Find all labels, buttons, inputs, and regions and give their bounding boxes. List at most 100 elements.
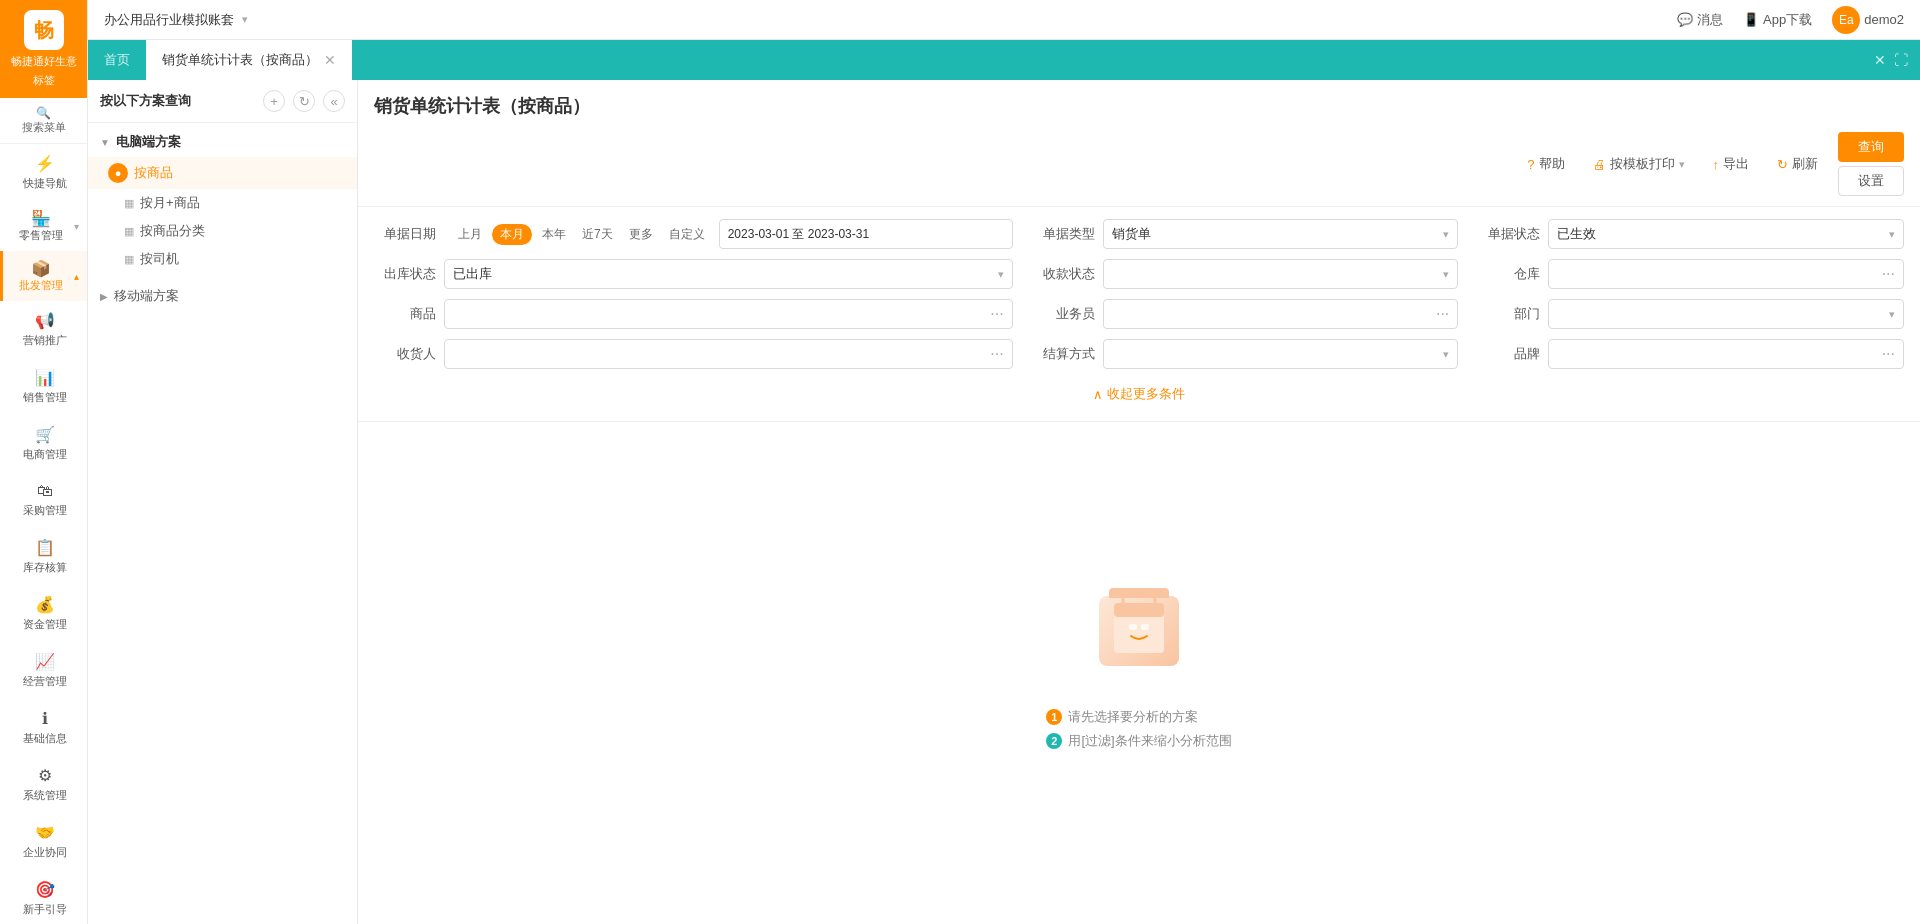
refresh-icon: ↻ — [1777, 157, 1788, 172]
salesperson-label: 业务员 — [1033, 305, 1103, 323]
export-btn[interactable]: ↑ 导出 — [1705, 151, 1758, 177]
sales-icon: 📊 — [35, 368, 55, 387]
sidebar-item-wholesale[interactable]: 📦 批发管理 ▴ — [0, 251, 87, 301]
app-logo[interactable]: 畅 畅捷通好生意 标签 — [0, 0, 87, 98]
wholesale-label: 批发管理 — [19, 278, 63, 293]
receiver-input[interactable]: ··· — [444, 339, 1013, 369]
purchase-icon: 🛍 — [37, 482, 53, 500]
inventory-label: 库存核算 — [23, 560, 67, 575]
date-tab-thismonth[interactable]: 本月 — [492, 224, 532, 245]
empty-tips: 1 请先选择要分析的方案 2 用[过滤]条件来缩小分析范围 — [1046, 708, 1231, 750]
query-button[interactable]: 查询 — [1838, 132, 1904, 162]
date-range-value: 2023-03-01 至 2023-03-31 — [728, 226, 869, 243]
tree-item-month-goods[interactable]: ▦ 按月+商品 — [88, 189, 357, 217]
search-label: 搜索菜单 — [0, 120, 87, 135]
sidebar-item-shortcut[interactable]: ⚡ 快捷导航 — [0, 144, 87, 201]
receipt-status-input[interactable]: ▾ — [1103, 259, 1459, 289]
doc-status-input[interactable]: 已生效 ▾ — [1548, 219, 1904, 249]
tab-active[interactable]: 销货单统计计表（按商品） ✕ — [146, 40, 352, 80]
dept-input[interactable]: ▾ — [1548, 299, 1904, 329]
sidebar-item-operations[interactable]: 📈 经营管理 — [0, 642, 87, 699]
date-tab-lastmonth[interactable]: 上月 — [452, 224, 488, 245]
add-scheme-btn[interactable]: + — [263, 90, 285, 112]
user-area[interactable]: Ea demo2 — [1832, 6, 1904, 34]
guide-label: 新手引导 — [23, 902, 67, 917]
sidebar-item-retail[interactable]: 🏪 零售管理 ▾ — [0, 201, 87, 251]
tree-item-goods-label: 按商品 — [134, 164, 173, 182]
sidebar-item-system[interactable]: ⚙ 系统管理 — [0, 756, 87, 813]
doc-status-arrow: ▾ — [1889, 228, 1895, 241]
filter-row-1: 单据日期 上月 本月 本年 近7天 更多 自定义 2023-03-01 至 20… — [374, 219, 1904, 249]
shortcut-icon: ⚡ — [35, 154, 55, 173]
refresh-scheme-btn[interactable]: ↻ — [293, 90, 315, 112]
date-tab-more[interactable]: 更多 — [623, 224, 659, 245]
sidebar-item-sales[interactable]: 📊 销售管理 — [0, 358, 87, 415]
collapse-panel-btn[interactable]: « — [323, 90, 345, 112]
inventory-icon: 📋 — [35, 538, 55, 557]
dept-label: 部门 — [1478, 305, 1548, 323]
refresh-btn[interactable]: ↻ 刷新 — [1769, 151, 1826, 177]
sidebar-item-guide[interactable]: 🎯 新手引导 — [0, 870, 87, 924]
left-panel: 按以下方案查询 + ↻ « ▼ 电脑端方案 ● 按商品 ▦ 按月 — [88, 80, 358, 924]
purchase-label: 采购管理 — [23, 503, 67, 518]
settings-button[interactable]: 设置 — [1838, 166, 1904, 196]
sidebar-item-basic[interactable]: ℹ 基础信息 — [0, 699, 87, 756]
doc-type-input[interactable]: 销货单 ▾ — [1103, 219, 1459, 249]
message-btn[interactable]: 💬 消息 — [1677, 11, 1723, 29]
top-dropdown-icon[interactable]: ▾ — [242, 13, 248, 26]
date-tab-7days[interactable]: 近7天 — [576, 224, 619, 245]
warehouse-label: 仓库 — [1478, 265, 1548, 283]
brand-input[interactable]: ··· — [1548, 339, 1904, 369]
main-wrapper: 办公用品行业模拟账套 ▾ 💬 消息 📱 App下载 Ea demo2 首页 — [88, 0, 1920, 924]
brand-dots[interactable]: ··· — [1882, 345, 1895, 363]
receiver-dots[interactable]: ··· — [990, 345, 1003, 363]
out-status-field: 出库状态 已出库 ▾ — [374, 259, 1013, 289]
tree-group-desktop: ▼ 电脑端方案 ● 按商品 ▦ 按月+商品 ▦ 按商品分类 ▦ 按司机 — [88, 123, 357, 277]
empty-tip-2: 2 用[过滤]条件来缩小分析范围 — [1046, 732, 1231, 750]
warehouse-dots[interactable]: ··· — [1882, 265, 1895, 283]
retail-icon: 🏪 — [31, 209, 51, 228]
date-tab-custom[interactable]: 自定义 — [663, 224, 711, 245]
tree-desktop-header[interactable]: ▼ 电脑端方案 — [88, 127, 357, 157]
mobile-group-label: 移动端方案 — [114, 287, 179, 305]
desktop-group-label: 电脑端方案 — [116, 133, 181, 151]
empty-box — [1099, 596, 1179, 666]
template-print-btn[interactable]: 🖨 按模板打印 ▾ — [1585, 151, 1693, 177]
refresh-label: 刷新 — [1792, 155, 1818, 173]
sidebar-item-collab[interactable]: 🤝 企业协同 — [0, 813, 87, 870]
app-download-btn[interactable]: 📱 App下载 — [1743, 11, 1812, 29]
help-btn[interactable]: ? 帮助 — [1519, 151, 1572, 177]
tab-home[interactable]: 首页 — [88, 40, 146, 80]
sidebar-item-finance[interactable]: 💰 资金管理 — [0, 585, 87, 642]
tree-item-month-goods-label: 按月+商品 — [140, 194, 200, 212]
sidebar-item-purchase[interactable]: 🛍 采购管理 — [0, 472, 87, 528]
doc-type-label: 单据类型 — [1033, 225, 1103, 243]
print-dropdown-arrow[interactable]: ▾ — [1679, 158, 1685, 171]
collapse-more-btn[interactable]: ∧ 收起更多条件 — [374, 379, 1904, 409]
tree-item-driver-label: 按司机 — [140, 250, 179, 268]
sidebar-item-marketing[interactable]: 📢 营销推广 — [0, 301, 87, 358]
tab-close-btn[interactable]: ✕ — [324, 52, 336, 68]
date-tab-thisyear[interactable]: 本年 — [536, 224, 572, 245]
dept-arrow: ▾ — [1889, 308, 1895, 321]
tree-item-driver[interactable]: ▦ 按司机 — [88, 245, 357, 273]
maximize-window-btn[interactable]: ⛶ — [1894, 52, 1908, 68]
date-range-input[interactable]: 2023-03-01 至 2023-03-31 — [719, 219, 1013, 249]
tree-mobile-header[interactable]: ▶ 移动端方案 — [88, 281, 357, 311]
svg-rect-2 — [1129, 624, 1137, 630]
close-window-btn[interactable]: ✕ — [1874, 52, 1886, 68]
tree-item-goods-category[interactable]: ▦ 按商品分类 — [88, 217, 357, 245]
sidebar-item-inventory[interactable]: 📋 库存核算 — [0, 528, 87, 585]
goods-input[interactable]: ··· — [444, 299, 1013, 329]
goods-dots[interactable]: ··· — [990, 305, 1003, 323]
sidebar-item-ecommerce[interactable]: 🛒 电商管理 — [0, 415, 87, 472]
sidebar-search[interactable]: 🔍 搜索菜单 — [0, 98, 87, 144]
goods-category-icon: ▦ — [124, 225, 134, 238]
salesperson-dots[interactable]: ··· — [1436, 305, 1449, 323]
tree-item-by-goods[interactable]: ● 按商品 — [88, 157, 357, 189]
warehouse-input[interactable]: ··· — [1548, 259, 1904, 289]
warehouse-field: 仓库 ··· — [1478, 259, 1904, 289]
out-status-input[interactable]: 已出库 ▾ — [444, 259, 1013, 289]
salesperson-input[interactable]: ··· — [1103, 299, 1459, 329]
settlement-input[interactable]: ▾ — [1103, 339, 1459, 369]
